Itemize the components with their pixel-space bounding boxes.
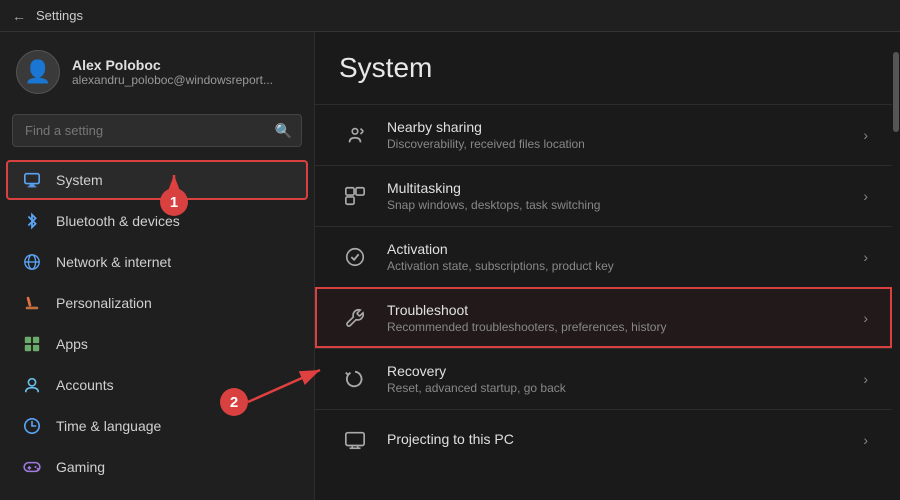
sidebar-item-label-gaming: Gaming — [56, 459, 105, 475]
nearby-sharing-text: Nearby sharing Discoverability, received … — [387, 119, 847, 151]
nearby-sharing-icon — [339, 119, 371, 151]
setting-row-nearby-sharing[interactable]: Nearby sharing Discoverability, received … — [315, 104, 892, 165]
multitasking-subtitle: Snap windows, desktops, task switching — [387, 198, 847, 212]
content: System Nearby sharing Discoverability, re… — [315, 32, 892, 500]
troubleshoot-icon — [339, 302, 371, 334]
back-button[interactable]: ← — [12, 8, 26, 24]
nearby-sharing-title: Nearby sharing — [387, 119, 847, 135]
multitasking-chevron: › — [863, 188, 868, 204]
nearby-sharing-subtitle: Discoverability, received files location — [387, 137, 847, 151]
profile-name: Alex Poloboc — [72, 57, 273, 73]
sidebar-item-gaming[interactable]: Gaming — [6, 447, 308, 487]
setting-row-projecting[interactable]: Projecting to this PC › — [315, 409, 892, 470]
page-title: System — [315, 52, 892, 104]
projecting-icon — [339, 424, 371, 456]
setting-row-troubleshoot[interactable]: Troubleshoot Recommended troubleshooters,… — [315, 287, 892, 348]
multitasking-text: Multitasking Snap windows, desktops, task… — [387, 180, 847, 212]
setting-row-recovery[interactable]: Recovery Reset, advanced startup, go back… — [315, 348, 892, 409]
sidebar-item-network[interactable]: Network & internet — [6, 242, 308, 282]
sidebar-item-label-network: Network & internet — [56, 254, 171, 270]
activation-text: Activation Activation state, subscription… — [387, 241, 847, 273]
search-icon: 🔍 — [275, 122, 292, 139]
sidebar-item-bluetooth[interactable]: Bluetooth & devices — [6, 201, 308, 241]
sidebar-item-label-personalization: Personalization — [56, 295, 152, 311]
projecting-title: Projecting to this PC — [387, 431, 847, 447]
sidebar-item-label-time: Time & language — [56, 418, 161, 434]
sidebar-item-label-system: System — [56, 172, 103, 188]
sidebar-item-system[interactable]: System — [6, 160, 308, 200]
avatar: 👤 — [16, 50, 60, 94]
nav-list: System Bluetooth & devices Network & inter… — [0, 159, 314, 488]
content-area: System Nearby sharing Discoverability, re… — [315, 32, 900, 500]
sidebar-item-personalization[interactable]: Personalization — [6, 283, 308, 323]
network-icon — [22, 252, 42, 272]
profile-section[interactable]: 👤 Alex Poloboc alexandru_poloboc@windows… — [0, 32, 314, 110]
sidebar-item-time[interactable]: Time & language — [6, 406, 308, 446]
personalization-icon — [22, 293, 42, 313]
projecting-chevron: › — [863, 432, 868, 448]
bluetooth-icon — [22, 211, 42, 231]
scrollbar[interactable] — [892, 32, 900, 500]
troubleshoot-subtitle: Recommended troubleshooters, preferences… — [387, 320, 847, 334]
profile-info: Alex Poloboc alexandru_poloboc@windowsre… — [72, 57, 273, 87]
troubleshoot-text: Troubleshoot Recommended troubleshooters,… — [387, 302, 847, 334]
search-box: 🔍 — [12, 114, 302, 147]
activation-title: Activation — [387, 241, 847, 257]
apps-icon — [22, 334, 42, 354]
activation-chevron: › — [863, 249, 868, 265]
sidebar: 👤 Alex Poloboc alexandru_poloboc@windows… — [0, 32, 315, 500]
avatar-icon: 👤 — [24, 59, 51, 85]
profile-email: alexandru_poloboc@windowsreport... — [72, 73, 273, 87]
sidebar-item-apps[interactable]: Apps — [6, 324, 308, 364]
activation-subtitle: Activation state, subscriptions, product… — [387, 259, 847, 273]
recovery-subtitle: Reset, advanced startup, go back — [387, 381, 847, 395]
scrollbar-thumb — [893, 52, 899, 132]
recovery-title: Recovery — [387, 363, 847, 379]
setting-row-activation[interactable]: Activation Activation state, subscription… — [315, 226, 892, 287]
troubleshoot-chevron: › — [863, 310, 868, 326]
time-icon — [22, 416, 42, 436]
titlebar: ← Settings — [0, 0, 900, 32]
gaming-icon — [22, 457, 42, 477]
nearby-sharing-chevron: › — [863, 127, 868, 143]
recovery-text: Recovery Reset, advanced startup, go back — [387, 363, 847, 395]
setting-row-multitasking[interactable]: Multitasking Snap windows, desktops, task… — [315, 165, 892, 226]
multitasking-icon — [339, 180, 371, 212]
troubleshoot-title: Troubleshoot — [387, 302, 847, 318]
accounts-icon — [22, 375, 42, 395]
recovery-chevron: › — [863, 371, 868, 387]
multitasking-title: Multitasking — [387, 180, 847, 196]
sidebar-item-label-apps: Apps — [56, 336, 88, 352]
activation-icon — [339, 241, 371, 273]
sidebar-item-accounts[interactable]: Accounts — [6, 365, 308, 405]
main-layout: 👤 Alex Poloboc alexandru_poloboc@windows… — [0, 32, 900, 500]
sidebar-item-label-accounts: Accounts — [56, 377, 114, 393]
settings-list: Nearby sharing Discoverability, received … — [315, 104, 892, 470]
projecting-text: Projecting to this PC — [387, 431, 847, 449]
recovery-icon — [339, 363, 371, 395]
sidebar-item-label-bluetooth: Bluetooth & devices — [56, 213, 180, 229]
titlebar-title: Settings — [36, 8, 83, 23]
search-input[interactable] — [12, 114, 302, 147]
system-icon — [22, 170, 42, 190]
